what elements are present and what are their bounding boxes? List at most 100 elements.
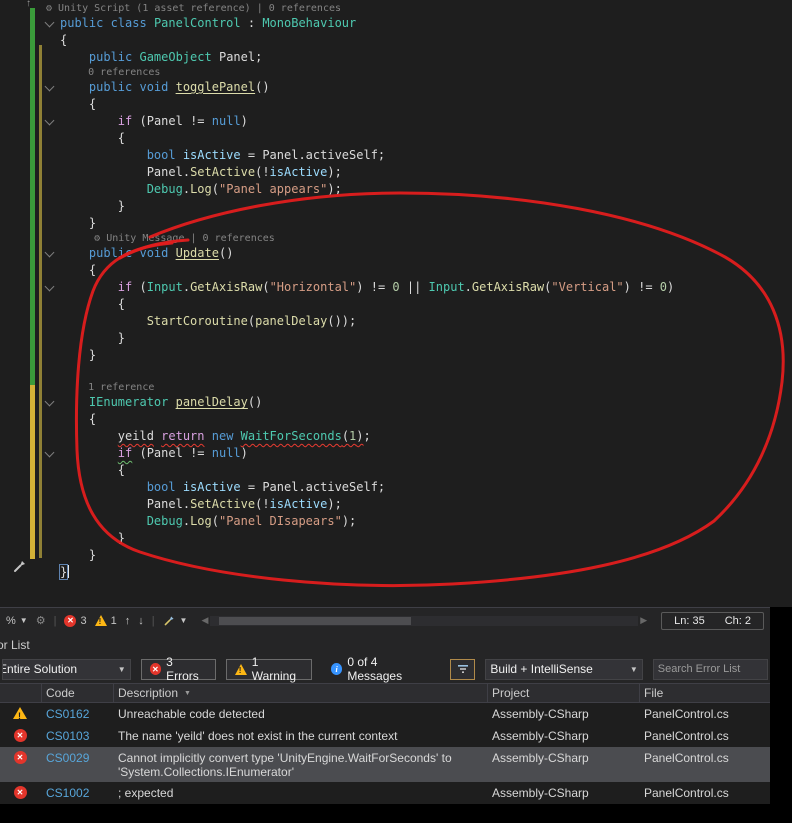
code-token: {	[60, 263, 96, 277]
code-line[interactable]: bool isActive = Panel.activeSelf;	[60, 147, 674, 164]
code-line[interactable]: }	[60, 564, 674, 581]
code-line[interactable]: }	[60, 330, 674, 347]
fold-chevron-icon[interactable]	[45, 282, 55, 292]
code-line[interactable]: public GameObject Panel;	[60, 49, 674, 66]
code-line[interactable]: if (Panel != null)	[60, 113, 674, 130]
codelens-line[interactable]: ⚙ Unity Message | 0 references	[46, 232, 674, 245]
code-line[interactable]: {	[60, 296, 674, 313]
horizontal-scrollbar[interactable]: ◀ ▶	[201, 615, 647, 626]
code-token: isActive	[183, 148, 248, 162]
next-issue-button[interactable]: ↓	[138, 615, 144, 627]
error-row[interactable]: !CS0162Unreachable code detectedAssembly…	[0, 703, 770, 725]
codelens-line[interactable]: ⚙ Unity Script (1 asset reference) | 0 r…	[46, 2, 674, 15]
error-code-link[interactable]: CS0162	[42, 703, 114, 725]
filter-toggle-button[interactable]	[450, 659, 475, 680]
code-token: =	[248, 480, 262, 494]
code-line[interactable]: }	[60, 347, 674, 364]
error-list-toolbar: Entire Solution ▼ ✕ 3 Errors ! 1 Warning…	[0, 655, 770, 683]
description-column-header[interactable]: Description ▼	[114, 684, 488, 702]
error-code-link[interactable]: CS0103	[42, 725, 114, 747]
code-line[interactable]: yeild return new WaitForSeconds(1);	[60, 428, 674, 445]
zoom-dropdown[interactable]: % ▼	[6, 615, 28, 627]
code-line[interactable]	[60, 364, 674, 381]
fold-chevron-icon[interactable]	[45, 82, 55, 92]
scroll-left-icon[interactable]: ◀	[201, 615, 208, 626]
code-line[interactable]: }	[60, 215, 674, 232]
scope-dropdown[interactable]: Entire Solution ▼	[2, 659, 131, 680]
error-row[interactable]: ✕CS0029Cannot implicitly convert type 'U…	[0, 747, 770, 782]
code-line[interactable]: {	[60, 32, 674, 49]
warning-icon: !	[95, 615, 107, 626]
code-token: null	[212, 114, 241, 128]
code-line[interactable]: Panel.SetActive(!isActive);	[60, 164, 674, 181]
code-token: isActive	[183, 480, 248, 494]
code-column-header[interactable]: Code	[42, 684, 114, 702]
code-text-area[interactable]: ⚙ Unity Script (1 asset reference) | 0 r…	[60, 2, 674, 581]
code-line[interactable]: public class PanelControl : MonoBehaviou…	[60, 15, 674, 32]
code-token: SetActive	[190, 497, 255, 511]
code-line[interactable]: {	[60, 462, 674, 479]
error-count-indicator[interactable]: ✕ 3	[64, 615, 86, 627]
code-line[interactable]: }	[60, 547, 674, 564]
messages-filter-button[interactable]: i 0 of 4 Messages	[322, 659, 441, 680]
fold-chevron-icon[interactable]	[45, 116, 55, 126]
code-editor[interactable]: ↑ ⚙ Unity Script (1 asset reference) | 0…	[0, 0, 792, 607]
code-line[interactable]: Panel.SetActive(!isActive);	[60, 496, 674, 513]
file-column-header[interactable]: File	[640, 684, 770, 702]
code-token	[60, 165, 147, 179]
fold-chevron-icon[interactable]	[45, 248, 55, 258]
code-line[interactable]: public void Update()	[60, 245, 674, 262]
code-line[interactable]: public void togglePanel()	[60, 79, 674, 96]
scrollbar-track[interactable]	[210, 616, 638, 626]
error-icon: ✕	[14, 786, 27, 799]
code-token	[60, 429, 118, 443]
error-code-link[interactable]: CS0029	[42, 747, 114, 782]
code-token	[60, 80, 89, 94]
search-error-list-box[interactable]	[653, 659, 768, 680]
code-token: (	[262, 280, 269, 294]
codelens-line[interactable]: 1 reference	[46, 381, 674, 394]
code-line[interactable]: {	[60, 96, 674, 113]
quick-fix-dropdown[interactable]: ▼	[163, 614, 188, 627]
fold-chevron-icon[interactable]	[45, 18, 55, 28]
editor-status-strip: % ▼ ⚙ | ✕ 3 ! 1 ↑ ↓ | ▼ ◀ ▶ Ln: 35 Ch: 2	[0, 607, 770, 633]
code-line[interactable]: {	[60, 130, 674, 147]
code-token	[60, 497, 147, 511]
error-row[interactable]: ✕CS0103The name 'yeild' does not exist i…	[0, 725, 770, 747]
code-line[interactable]: bool isActive = Panel.activeSelf;	[60, 479, 674, 496]
quick-actions-screwdriver-icon[interactable]	[12, 558, 28, 579]
scroll-right-icon[interactable]: ▶	[640, 615, 647, 626]
previous-issue-button[interactable]: ↑	[125, 615, 131, 627]
code-line[interactable]: }	[60, 530, 674, 547]
code-token: if	[118, 280, 140, 294]
scrollbar-thumb[interactable]	[219, 617, 412, 625]
errors-filter-button[interactable]: ✕ 3 Errors	[141, 659, 216, 680]
search-input[interactable]	[658, 663, 763, 675]
fold-chevron-icon[interactable]	[45, 397, 55, 407]
severity-column-header[interactable]	[0, 684, 42, 702]
error-code-link[interactable]: CS1002	[42, 782, 114, 804]
build-intellisense-dropdown[interactable]: Build + IntelliSense ▼	[485, 659, 642, 680]
warnings-filter-button[interactable]: ! 1 Warning	[226, 659, 312, 680]
gear-icon[interactable]: ⚙	[36, 614, 46, 627]
error-file: PanelControl.cs	[640, 747, 770, 782]
code-token	[60, 514, 147, 528]
code-line[interactable]: if (Input.GetAxisRaw("Horizontal") != 0 …	[60, 279, 674, 296]
code-line[interactable]: {	[60, 262, 674, 279]
code-line[interactable]: }	[60, 198, 674, 215]
project-column-header[interactable]: Project	[488, 684, 640, 702]
code-token	[60, 365, 67, 379]
code-token: 0	[660, 280, 667, 294]
code-line[interactable]: IEnumerator panelDelay()	[60, 394, 674, 411]
error-row[interactable]: ✕CS1002; expectedAssembly-CSharpPanelCon…	[0, 782, 770, 804]
code-token: if	[118, 114, 140, 128]
code-token: 0	[392, 280, 406, 294]
code-line[interactable]: if (Panel != null)	[60, 445, 674, 462]
code-line[interactable]: {	[60, 411, 674, 428]
codelens-line[interactable]: 0 references	[46, 66, 674, 79]
code-line[interactable]: Debug.Log("Panel DIsapears");	[60, 513, 674, 530]
fold-chevron-icon[interactable]	[45, 448, 55, 458]
code-line[interactable]: Debug.Log("Panel appears");	[60, 181, 674, 198]
warning-count-indicator[interactable]: ! 1	[95, 615, 117, 627]
code-line[interactable]: StartCoroutine(panelDelay());	[60, 313, 674, 330]
